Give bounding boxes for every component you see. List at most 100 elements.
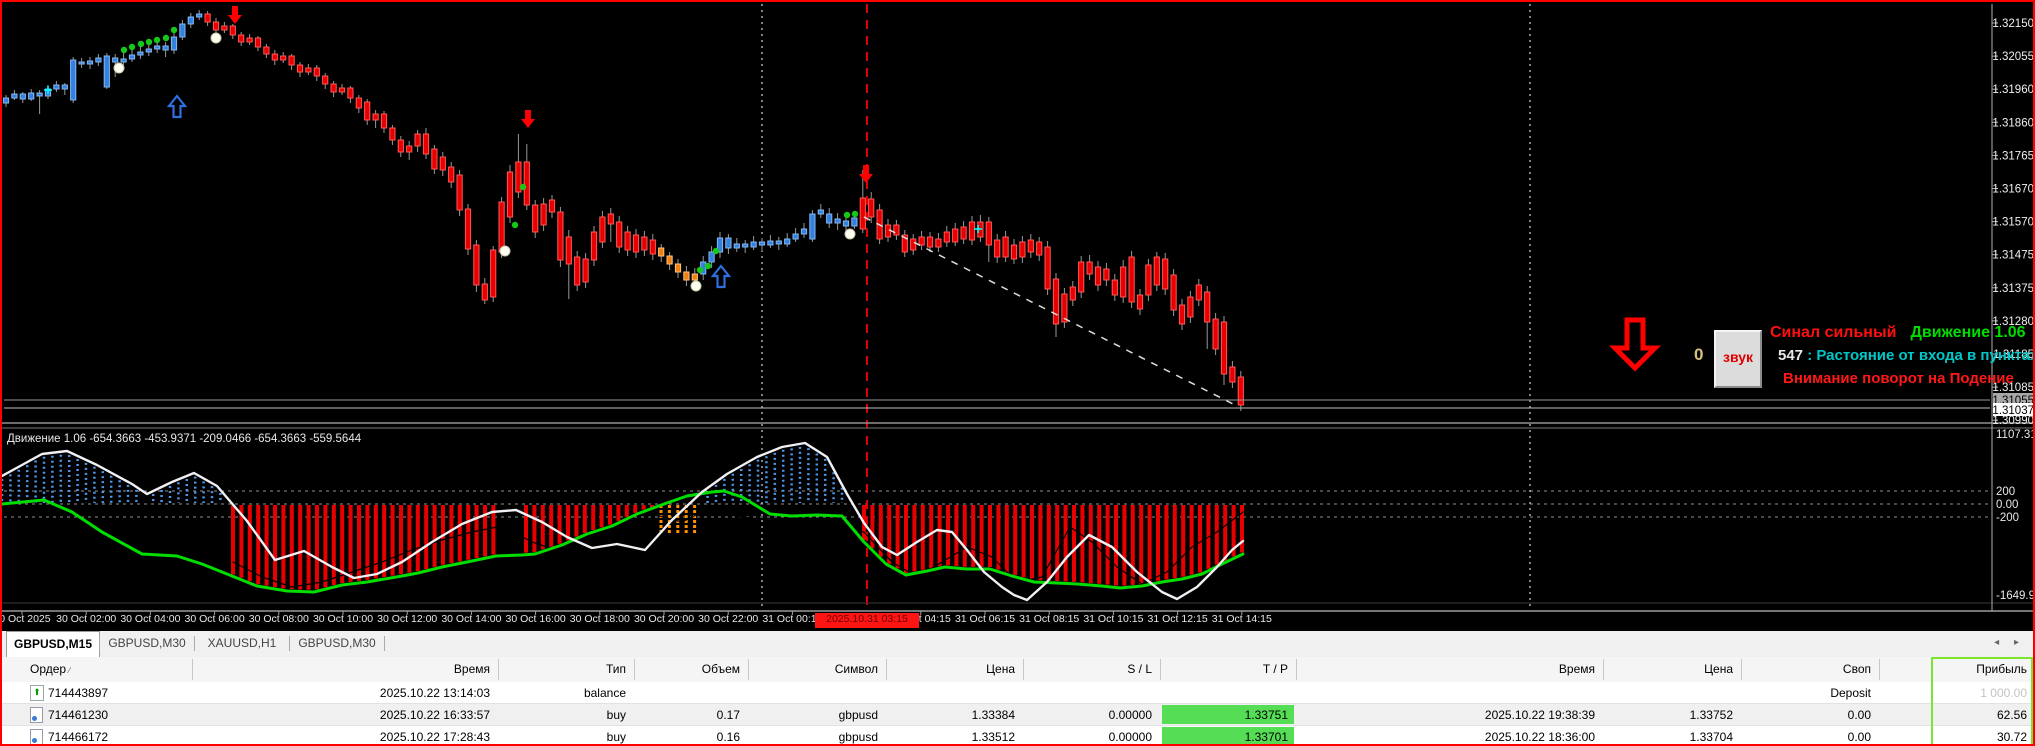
column-header[interactable]: Цена: [890, 662, 1015, 676]
table-cell: 2025.10.22 13:14:03: [379, 686, 490, 700]
signal-strong-text: Синал сильный: [1770, 324, 1897, 341]
column-header-sort[interactable]: Ордер ∕: [30, 662, 71, 676]
buy-arrow-icon: [166, 94, 188, 119]
indicator-level-label: 200: [1996, 486, 2015, 498]
sell-arrow-icon: [228, 6, 242, 24]
table-cell: balance: [583, 686, 626, 700]
candlestick-layer: [2, 10, 1244, 411]
table-cell: 62.56: [1996, 708, 2027, 722]
oscillator-histogram: [2, 446, 1244, 590]
signal-dot-green: [137, 40, 145, 48]
buy-arrow-icon: [710, 264, 732, 289]
time-axis-label: 31 Oct 10:15: [1083, 613, 1143, 625]
signal-line-warning: Внимание поворот на Подение: [1783, 370, 2014, 387]
signal-dot-green: [153, 36, 161, 44]
orders-table: Ордер ∕ Время Тип Объем Символ Цена S / L T / P…: [2, 657, 2033, 744]
signal-dot-green: [696, 266, 704, 274]
indicator-scale-min: -1649.90: [1996, 590, 2035, 602]
signal-line-distance: 547 : Растояние от входа в пунктах: [1778, 347, 2033, 364]
table-cell: 1.33384: [971, 708, 1015, 722]
table-cell: 1.33752: [1689, 708, 1733, 722]
table-cell: 2025.10.22 17:28:43: [379, 730, 490, 744]
tab-gbpusd-m30[interactable]: GBPUSD,M30: [101, 631, 193, 656]
header-divider: [1879, 659, 1880, 680]
current-price-label: 1.31037: [1992, 405, 2034, 417]
time-axis-label: 31 Oct 08:15: [1019, 613, 1079, 625]
price-chart-canvas[interactable]: 1.32150 1.32055 1.31960 1.31860 1.31765 1.316…: [2, 2, 2035, 632]
header-divider: [1296, 659, 1297, 680]
time-highlight-label: 2025.10.31 03:15: [826, 613, 908, 625]
tab-separator: [384, 636, 385, 651]
time-axis-label: 30 Oct 06:00: [185, 613, 245, 625]
time-axis-label: 30 Oct 20:00: [634, 613, 694, 625]
tab-gbpusd-m15[interactable]: GBPUSD,M15: [6, 631, 100, 657]
deposit-icon: ⬆: [30, 685, 44, 701]
time-axis-label: 30 Oct 10:00: [313, 613, 373, 625]
column-header[interactable]: Время: [1300, 662, 1595, 676]
table-cell: 0.00: [1847, 730, 1871, 744]
tab-separator: [289, 636, 290, 651]
header-divider: [1741, 659, 1742, 680]
column-header[interactable]: Прибыль: [1883, 662, 2027, 676]
price-scale-label: 1.31475: [1992, 250, 2034, 262]
big-sell-arrow-icon: [1608, 317, 1662, 372]
time-axis-label: 31 Oct 00:15: [762, 613, 822, 625]
signal-dot-green: [128, 43, 136, 51]
time-axis-label: 30 Oct 08:00: [249, 613, 309, 625]
table-cell: 0.00: [1847, 708, 1871, 722]
time-axis-label: 30 Oct 18:00: [570, 613, 630, 625]
table-cell: 1.33751: [1244, 708, 1288, 722]
order-doc-icon: [30, 729, 43, 744]
header-divider: [192, 659, 193, 680]
column-header[interactable]: Время: [196, 662, 490, 676]
time-axis-label: 30 Oct 12:00: [377, 613, 437, 625]
price-scale-label: 1.32150: [1992, 18, 2034, 30]
column-header[interactable]: Символ: [752, 662, 878, 676]
time-axis-label: 31 Oct 14:15: [1212, 613, 1272, 625]
tab-scroll-arrows[interactable]: ◂ ▸: [1994, 637, 2025, 648]
table-cell: 30.72: [1996, 730, 2027, 744]
header-divider: [498, 659, 499, 680]
signal-dot-green: [704, 262, 712, 270]
tab-gbpusd-m30[interactable]: GBPUSD,M30: [291, 631, 383, 656]
signal-dot-green: [511, 221, 519, 229]
sound-button[interactable]: звук: [1714, 330, 1762, 388]
header-divider: [886, 659, 887, 680]
signal-dot-white: [499, 245, 511, 257]
table-cell: 1 000.00: [1980, 686, 2027, 700]
header-divider: [1023, 659, 1024, 680]
table-cell: 0.00000: [1108, 708, 1152, 722]
signal-dot-white: [210, 32, 222, 44]
column-header[interactable]: Тип: [502, 662, 626, 676]
table-cell: 1.33704: [1689, 730, 1733, 744]
price-scale-label: 1.31860: [1992, 117, 2034, 129]
movement-value-text: Движение 1.06: [1910, 324, 2026, 341]
indicator-scale-max: 1107.312: [1996, 429, 2035, 441]
column-header[interactable]: S / L: [1027, 662, 1152, 676]
time-axis-label: 31 Oct 06:15: [955, 613, 1015, 625]
table-header-row: Ордер ∕ Время Тип Объем Символ Цена S / L T / P…: [2, 657, 2033, 682]
table-row[interactable]: 714466172 2025.10.22 17:28:43 buy 0.16 gbpus…: [2, 726, 2033, 744]
price-scale-label: 1.31960: [1992, 84, 2034, 96]
column-header[interactable]: Цена: [1607, 662, 1733, 676]
table-cell: Deposit: [1830, 686, 1871, 700]
price-scale-label: 1.30990: [1992, 415, 2034, 427]
table-cell: 714443897: [48, 686, 109, 700]
time-axis-label: 30 Oct 22:00: [698, 613, 758, 625]
column-header[interactable]: Объем: [638, 662, 740, 676]
table-cell: 714461230: [48, 708, 109, 722]
sell-arrow-icon: [859, 165, 873, 183]
tab-separator: [99, 636, 100, 651]
table-row[interactable]: ⬆ 714443897 2025.10.22 13:14:03 balance Depo…: [2, 682, 2033, 703]
table-cell: 1.33701: [1244, 730, 1288, 744]
tab-xauusd-h1[interactable]: XAUUSD,H1: [196, 631, 288, 656]
time-axis-label: 30 Oct 04:00: [120, 613, 180, 625]
price-scale-label: 1.31375: [1992, 283, 2034, 295]
table-row[interactable]: 714461230 2025.10.22 16:33:57 buy 0.17 gbpus…: [2, 704, 2033, 725]
time-axis-label: 31 Oct 12:15: [1148, 613, 1208, 625]
column-header[interactable]: Своп: [1745, 662, 1871, 676]
header-divider: [1160, 659, 1161, 680]
signal-dot-green: [162, 34, 170, 42]
table-cell: 2025.10.22 19:38:39: [1484, 708, 1595, 722]
column-header[interactable]: T / P: [1164, 662, 1288, 676]
